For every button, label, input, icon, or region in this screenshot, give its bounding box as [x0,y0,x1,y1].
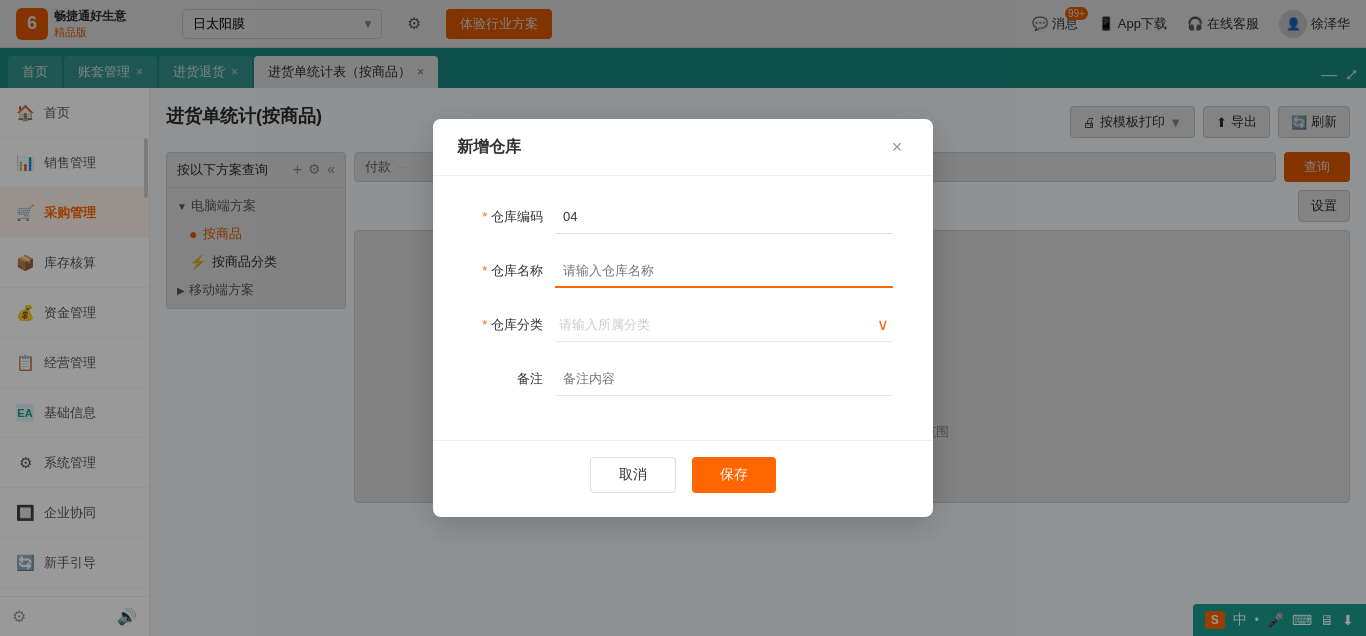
warehouse-remark-row: 备注 [473,362,893,396]
warehouse-name-input[interactable] [555,254,893,288]
dialog-footer: 取消 保存 [433,440,933,517]
warehouse-code-input[interactable] [555,200,893,234]
warehouse-remark-label: 备注 [473,370,543,388]
new-warehouse-dialog: 新增仓库 × 仓库编码 仓库名称 仓库分类 请输入所属分类 ∨ [433,119,933,517]
cancel-button[interactable]: 取消 [590,457,676,493]
warehouse-code-row: 仓库编码 [473,200,893,234]
warehouse-remark-input[interactable] [555,362,893,396]
dialog-body: 仓库编码 仓库名称 仓库分类 请输入所属分类 ∨ 备注 [433,176,933,440]
warehouse-name-row: 仓库名称 [473,254,893,288]
save-button[interactable]: 保存 [692,457,776,493]
warehouse-category-label: 仓库分类 [473,316,543,334]
dialog-header: 新增仓库 × [433,119,933,176]
dialog-close-button[interactable]: × [885,135,909,159]
warehouse-category-row: 仓库分类 请输入所属分类 ∨ [473,308,893,342]
warehouse-category-select[interactable]: 请输入所属分类 ∨ [555,308,893,342]
warehouse-code-label: 仓库编码 [473,208,543,226]
warehouse-name-label: 仓库名称 [473,262,543,280]
category-placeholder: 请输入所属分类 [559,316,650,334]
category-arrow-icon: ∨ [877,315,889,334]
dialog-title: 新增仓库 [457,137,521,158]
dialog-overlay: 新增仓库 × 仓库编码 仓库名称 仓库分类 请输入所属分类 ∨ [0,0,1366,636]
